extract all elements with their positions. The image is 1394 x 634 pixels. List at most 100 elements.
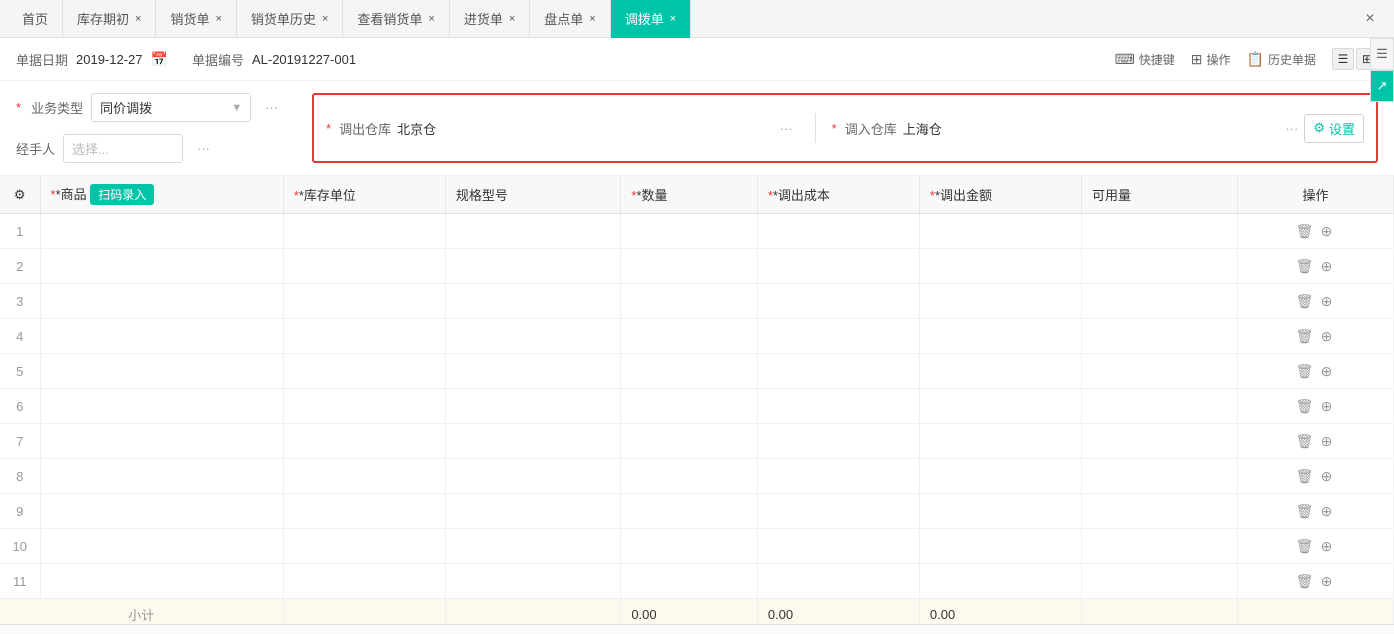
cost-cell[interactable] bbox=[757, 354, 919, 389]
business-type-more-button[interactable]: ··· bbox=[259, 98, 284, 117]
delete-row-button[interactable]: 🗑 bbox=[1293, 535, 1315, 557]
delete-row-button[interactable]: 🗑 bbox=[1293, 430, 1315, 452]
business-type-select[interactable]: 同价调拨 ▼ bbox=[91, 93, 251, 122]
tab-view-sales[interactable]: 查看销货单 × bbox=[343, 0, 449, 38]
in-warehouse-more-button[interactable]: ··· bbox=[1279, 119, 1304, 138]
delete-row-button[interactable]: 🗑 bbox=[1293, 290, 1315, 312]
amount-cell[interactable] bbox=[919, 529, 1081, 564]
calendar-icon[interactable]: 📅 bbox=[151, 51, 168, 68]
amount-cell[interactable] bbox=[919, 214, 1081, 249]
tab-inventory-init[interactable]: 库存期初 × bbox=[63, 0, 156, 38]
qty-cell[interactable] bbox=[621, 214, 757, 249]
person-more-button[interactable]: ··· bbox=[191, 139, 216, 158]
delete-row-button[interactable]: 🗑 bbox=[1293, 500, 1315, 522]
cost-cell[interactable] bbox=[757, 529, 919, 564]
product-cell[interactable] bbox=[40, 494, 283, 529]
delete-row-button[interactable]: 🗑 bbox=[1293, 255, 1315, 277]
copy-row-button[interactable]: ⊕ bbox=[1315, 290, 1337, 312]
side-panel-export-button[interactable]: ↗ bbox=[1370, 70, 1394, 102]
amount-cell[interactable] bbox=[919, 389, 1081, 424]
settings-button[interactable]: ⚙ 设置 bbox=[1304, 114, 1364, 143]
qty-cell[interactable] bbox=[621, 319, 757, 354]
product-cell[interactable] bbox=[40, 564, 283, 599]
product-cell[interactable] bbox=[40, 214, 283, 249]
cost-cell[interactable] bbox=[757, 284, 919, 319]
scan-entry-button[interactable]: 扫码录入 bbox=[90, 184, 154, 205]
product-cell[interactable] bbox=[40, 424, 283, 459]
copy-row-button[interactable]: ⊕ bbox=[1315, 570, 1337, 592]
delete-row-button[interactable]: 🗑 bbox=[1293, 465, 1315, 487]
cost-cell[interactable] bbox=[757, 319, 919, 354]
copy-row-button[interactable]: ⊕ bbox=[1315, 325, 1337, 347]
delete-row-button[interactable]: 🗑 bbox=[1293, 570, 1315, 592]
operations-button[interactable]: ⊞ 操作 bbox=[1191, 51, 1231, 68]
copy-row-button[interactable]: ⊕ bbox=[1315, 535, 1337, 557]
person-select[interactable]: 选择... bbox=[63, 134, 183, 163]
cost-cell[interactable] bbox=[757, 459, 919, 494]
amount-cell[interactable] bbox=[919, 459, 1081, 494]
tab-sales-order[interactable]: 销货单 × bbox=[156, 0, 236, 38]
close-icon[interactable]: × bbox=[428, 13, 434, 25]
qty-cell[interactable] bbox=[621, 459, 757, 494]
delete-row-button[interactable]: 🗑 bbox=[1293, 220, 1315, 242]
copy-row-button[interactable]: ⊕ bbox=[1315, 465, 1337, 487]
cost-cell[interactable] bbox=[757, 564, 919, 599]
product-cell[interactable] bbox=[40, 389, 283, 424]
tab-inventory-check[interactable]: 盘点单 × bbox=[530, 0, 610, 38]
delete-row-button[interactable]: 🗑 bbox=[1293, 360, 1315, 382]
side-panel-list-button[interactable]: ☰ bbox=[1370, 38, 1394, 70]
qty-cell[interactable] bbox=[621, 529, 757, 564]
product-cell[interactable] bbox=[40, 459, 283, 494]
amount-cell[interactable] bbox=[919, 424, 1081, 459]
cost-cell[interactable] bbox=[757, 424, 919, 459]
tab-purchase-order[interactable]: 进货单 × bbox=[450, 0, 530, 38]
copy-row-button[interactable]: ⊕ bbox=[1315, 220, 1337, 242]
close-icon[interactable]: × bbox=[670, 13, 676, 25]
amount-cell[interactable] bbox=[919, 564, 1081, 599]
out-warehouse-more-button[interactable]: ··· bbox=[774, 119, 799, 138]
tab-transfer-order[interactable]: 调拨单 × bbox=[611, 0, 691, 38]
copy-row-button[interactable]: ⊕ bbox=[1315, 430, 1337, 452]
shortcut-button[interactable]: ⌨ 快捷键 bbox=[1115, 51, 1175, 68]
row-no: 10 bbox=[0, 529, 40, 564]
qty-cell[interactable] bbox=[621, 249, 757, 284]
window-close-button[interactable]: × bbox=[1354, 3, 1386, 35]
cost-cell[interactable] bbox=[757, 249, 919, 284]
close-icon[interactable]: × bbox=[509, 13, 515, 25]
qty-cell[interactable] bbox=[621, 564, 757, 599]
delete-row-button[interactable]: 🗑 bbox=[1293, 325, 1315, 347]
qty-cell[interactable] bbox=[621, 284, 757, 319]
qty-cell[interactable] bbox=[621, 389, 757, 424]
cost-cell[interactable] bbox=[757, 494, 919, 529]
copy-row-button[interactable]: ⊕ bbox=[1315, 360, 1337, 382]
qty-cell[interactable] bbox=[621, 354, 757, 389]
product-cell[interactable] bbox=[40, 354, 283, 389]
product-cell[interactable] bbox=[40, 249, 283, 284]
th-settings[interactable]: ⚙ bbox=[0, 176, 40, 214]
delete-row-button[interactable]: 🗑 bbox=[1293, 395, 1315, 417]
copy-row-button[interactable]: ⊕ bbox=[1315, 500, 1337, 522]
tab-sales-history[interactable]: 销货单历史 × bbox=[237, 0, 343, 38]
amount-cell[interactable] bbox=[919, 249, 1081, 284]
copy-row-button[interactable]: ⊕ bbox=[1315, 395, 1337, 417]
cost-cell[interactable] bbox=[757, 389, 919, 424]
qty-cell[interactable] bbox=[621, 494, 757, 529]
history-button[interactable]: 📋 历史单据 bbox=[1247, 51, 1316, 68]
amount-cell[interactable] bbox=[919, 354, 1081, 389]
close-icon[interactable]: × bbox=[135, 13, 141, 25]
close-icon[interactable]: × bbox=[322, 13, 328, 25]
product-cell[interactable] bbox=[40, 529, 283, 564]
copy-row-button[interactable]: ⊕ bbox=[1315, 255, 1337, 277]
layout-list-button[interactable]: ☰ bbox=[1332, 48, 1354, 70]
horizontal-scrollbar[interactable] bbox=[0, 624, 1394, 634]
product-cell[interactable] bbox=[40, 284, 283, 319]
amount-cell[interactable] bbox=[919, 494, 1081, 529]
product-cell[interactable] bbox=[40, 319, 283, 354]
amount-cell[interactable] bbox=[919, 284, 1081, 319]
cost-cell[interactable] bbox=[757, 214, 919, 249]
close-icon[interactable]: × bbox=[589, 13, 595, 25]
qty-cell[interactable] bbox=[621, 424, 757, 459]
close-icon[interactable]: × bbox=[215, 13, 221, 25]
tab-home[interactable]: 首页 bbox=[8, 0, 63, 38]
amount-cell[interactable] bbox=[919, 319, 1081, 354]
